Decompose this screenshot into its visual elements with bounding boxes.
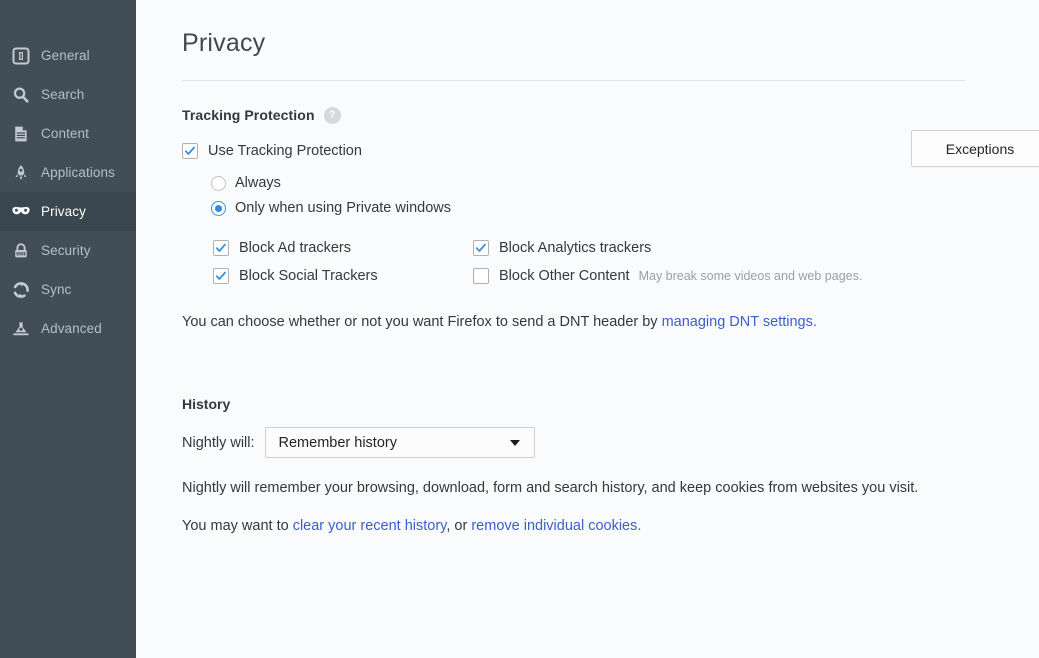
history-select-label: Nightly will: [182,434,255,451]
tracking-protection-heading-label: Tracking Protection [182,107,315,123]
sidebar-item-label: Advanced [41,320,102,336]
page-title: Privacy [182,29,266,57]
remove-individual-cookies-link[interactable]: remove individual cookies. [471,518,641,534]
history-links-before: You may want to [182,518,293,535]
use-tracking-protection-checkbox[interactable] [182,142,198,159]
sidebar-item-advanced[interactable]: Advanced [0,309,136,348]
block-other-content-hint: May break some videos and web pages. [638,268,863,283]
block-other-content-label: Block Other Content [499,267,630,284]
preferences-window: General Search Content Applications Priv… [0,0,1039,658]
radio-always[interactable]: Always [211,171,1039,196]
managing-dnt-settings-link[interactable]: managing DNT settings. [662,314,817,330]
help-icon[interactable]: ? [323,106,341,124]
applications-icon [9,162,33,184]
sidebar-item-label: General [41,47,90,63]
block-analytics-trackers-label: Block Analytics trackers [499,239,652,256]
lock-icon [9,240,33,262]
sidebar-item-applications[interactable]: Applications [0,153,136,192]
history-mode-select[interactable]: Remember history [264,427,535,459]
sidebar-item-label: Sync [41,281,72,297]
radio-private-windows-control[interactable] [211,200,226,216]
title-divider [182,79,965,81]
block-analytics-trackers-row[interactable]: Block Analytics trackers [473,239,652,256]
sidebar-item-label: Privacy [41,203,86,219]
sidebar-item-label: Search [41,86,85,102]
flask-icon [9,318,33,340]
radio-private-windows-label: Only when using Private windows [235,200,451,216]
sidebar-item-security[interactable]: Security [0,231,136,270]
block-other-content-row[interactable]: Block Other Content May break some video… [473,267,863,284]
sidebar-item-sync[interactable]: Sync [0,270,136,309]
history-section: History Nightly will: Remember history N… [182,396,1039,534]
use-tracking-protection-label: Use Tracking Protection [208,142,362,159]
clear-recent-history-link[interactable]: clear your recent history [293,518,447,534]
history-description: Nightly will remember your browsing, dow… [182,480,919,497]
sidebar: General Search Content Applications Priv… [0,0,136,658]
block-social-trackers-label: Block Social Trackers [239,267,378,284]
sidebar-item-label: Security [41,242,91,258]
privacy-mask-icon [9,201,33,223]
tracking-protection-mode-group: Always Only when using Private windows [182,171,1039,221]
radio-always-control[interactable] [211,175,226,191]
history-heading: History [182,396,231,413]
radio-always-label: Always [235,175,281,191]
exceptions-button[interactable]: Exceptions [911,130,1039,167]
sync-icon [9,279,33,301]
chevron-down-icon [509,439,520,446]
sidebar-item-label: Applications [41,164,115,180]
block-options-row-1: Block Ad trackers Block Analytics tracke… [213,234,942,262]
sidebar-item-general[interactable]: General [0,36,136,75]
history-select-row: Nightly will: Remember history [182,427,1039,459]
block-ad-trackers-row[interactable]: Block Ad trackers [213,239,473,256]
dnt-text-before: You can choose whether or not you want F… [182,313,662,330]
block-social-trackers-row[interactable]: Block Social Trackers [213,267,473,284]
general-icon [9,45,33,67]
history-mode-select-value: Remember history [278,434,397,451]
block-options-grid: Block Ad trackers Block Analytics tracke… [182,234,942,290]
dnt-text: You can choose whether or not you want F… [182,312,1039,334]
content-pane: Privacy Tracking Protection ? Use Tracki… [136,0,1039,658]
block-analytics-trackers-checkbox[interactable] [473,239,489,256]
sidebar-item-privacy[interactable]: Privacy [0,192,136,231]
block-ad-trackers-checkbox[interactable] [213,239,229,256]
block-options-row-2: Block Social Trackers Block Other Conten… [213,262,942,290]
history-links-line: You may want to clear your recent histor… [182,518,1039,534]
sidebar-item-label: Content [41,125,89,141]
block-social-trackers-checkbox[interactable] [213,267,229,284]
search-icon [9,84,33,106]
block-ad-trackers-label: Block Ad trackers [239,239,352,256]
content-icon [9,123,33,145]
history-links-middle: , or [446,518,472,535]
sidebar-item-content[interactable]: Content [0,114,136,153]
block-other-content-checkbox[interactable] [473,267,489,284]
tracking-protection-heading: Tracking Protection ? [182,106,1039,124]
radio-private-windows[interactable]: Only when using Private windows [211,196,1039,221]
sidebar-item-search[interactable]: Search [0,75,136,114]
